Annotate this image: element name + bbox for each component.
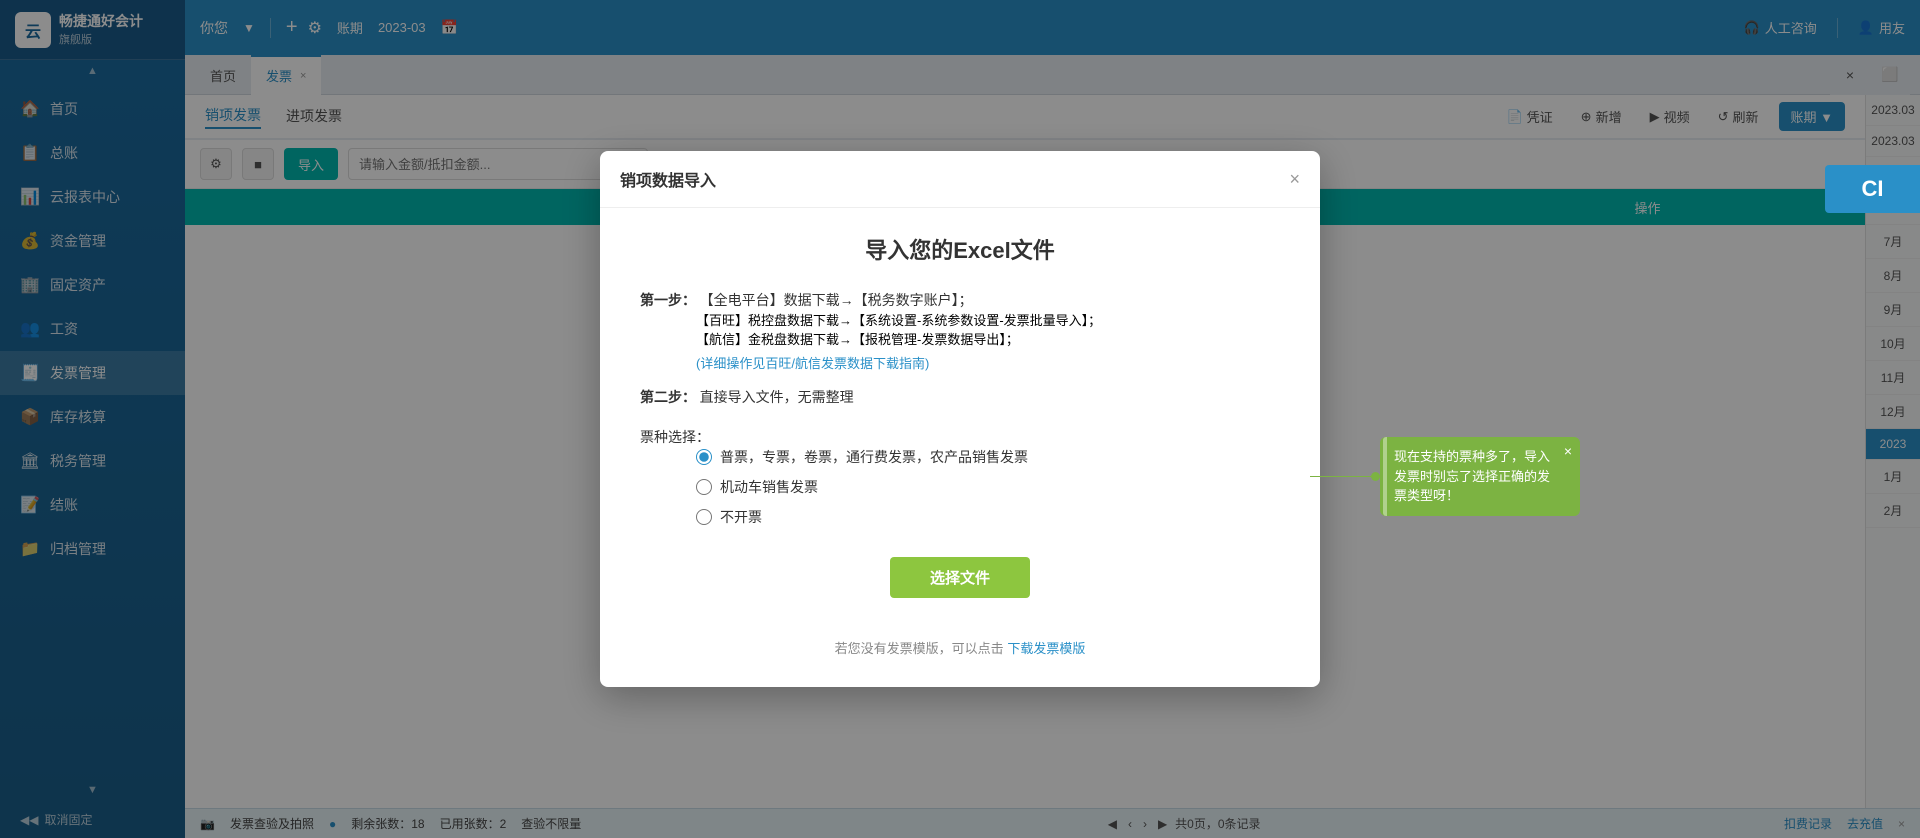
- modal-title: 销项数据导入: [620, 167, 716, 191]
- ci-badge: CI: [1825, 165, 1920, 213]
- radio-item-3[interactable]: 不开票: [696, 507, 1280, 527]
- modal-body: 导入您的Excel文件 第一步： 【全电平台】数据下载→【税务数字账户】； 【百…: [600, 208, 1320, 623]
- step1-guide-link[interactable]: (详细操作见百旺/航信发票数据下载指南): [696, 356, 929, 371]
- radio-item-2[interactable]: 机动车销售发票: [696, 477, 1280, 497]
- radio-group: 普票，专票，卷票，通行费发票，农产品销售发票 现在支持的票种多了，导入发票时别忘…: [696, 447, 1280, 527]
- download-template-link[interactable]: 下载发票模版: [1007, 641, 1085, 656]
- radio-label-2: 机动车销售发票: [720, 477, 818, 497]
- tooltip-close[interactable]: ×: [1564, 441, 1572, 462]
- modal-footer: 若您没有发票模版，可以点击 下载发票模版: [600, 638, 1320, 657]
- modal-main-title: 导入您的Excel文件: [640, 233, 1280, 265]
- ticket-section: 票种选择： 普票，专票，卷票，通行费发票，农产品销售发票: [640, 427, 1280, 527]
- ticket-label: 票种选择：: [640, 429, 710, 445]
- radio-label-1: 普票，专票，卷票，通行费发票，农产品销售发票: [720, 447, 1028, 467]
- radio-item-1[interactable]: 普票，专票，卷票，通行费发票，农产品销售发票 现在支持的票种多了，导入发票时别忘…: [696, 447, 1280, 467]
- step2-label: 第二步：: [640, 389, 696, 405]
- step2-content: 直接导入文件，无需整理: [700, 389, 854, 405]
- footer-text: 若您没有发票模版，可以点击: [835, 641, 1004, 656]
- modal-header: 销项数据导入 ×: [600, 151, 1320, 208]
- modal-close-btn[interactable]: ×: [1289, 169, 1300, 190]
- step1-line0: 【全电平台】数据下载→【税务数字账户】；: [700, 292, 973, 308]
- modal-btn-row: 选择文件: [640, 557, 1280, 598]
- modal-dialog: 销项数据导入 × 导入您的Excel文件 第一步： 【全电平台】数据下载→【税务…: [600, 151, 1320, 687]
- radio-input-3[interactable]: [696, 509, 712, 525]
- radio-label-3: 不开票: [720, 507, 762, 527]
- radio-input-1[interactable]: [696, 449, 712, 465]
- step1-line1: 【百旺】税控盘数据下载→【系统设置-系统参数设置-发票批量导入】；: [696, 310, 1280, 329]
- modal-overlay: 销项数据导入 × 导入您的Excel文件 第一步： 【全电平台】数据下载→【税务…: [0, 0, 1920, 838]
- step1-row: 第一步： 【全电平台】数据下载→【税务数字账户】； 【百旺】税控盘数据下载→【系…: [640, 290, 1280, 372]
- select-file-btn[interactable]: 选择文件: [890, 557, 1030, 598]
- step2-row: 第二步： 直接导入文件，无需整理: [640, 387, 1280, 407]
- step1-label: 第一步：: [640, 292, 696, 308]
- tooltip-text: 现在支持的票种多了，导入发票时别忘了选择正确的发票类型呀！: [1394, 449, 1550, 503]
- step1-line2: 【航信】金税盘数据下载→【报税管理-发票数据导出】；: [696, 329, 1280, 348]
- radio-input-2[interactable]: [696, 479, 712, 495]
